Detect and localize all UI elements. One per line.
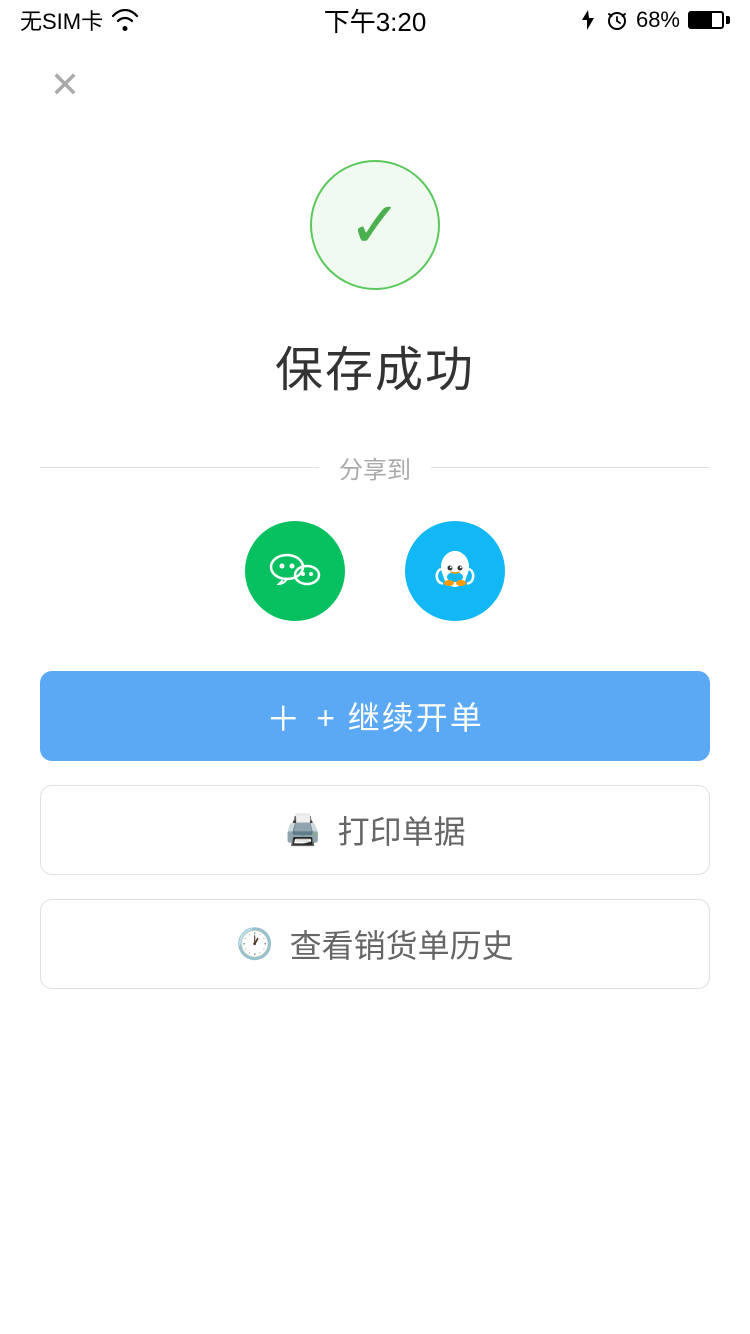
status-right: 68% — [578, 7, 730, 33]
wechat-icon — [265, 541, 325, 601]
divider-line-right — [431, 467, 710, 468]
qq-icon — [425, 541, 485, 601]
action-buttons: ＋ + 继续开单 🖨️ 打印单据 🕐 查看销货单历史 — [40, 671, 710, 989]
share-icons — [40, 521, 710, 621]
share-section: 分享到 — [40, 450, 710, 621]
status-bar: 无SIM卡 下午3:20 68% — [0, 0, 750, 40]
share-label: 分享到 — [319, 450, 431, 485]
success-title: 保存成功 — [275, 330, 475, 400]
close-button[interactable]: ✕ — [40, 60, 90, 110]
share-divider: 分享到 — [40, 450, 710, 485]
wechat-share-button[interactable] — [245, 521, 345, 621]
status-left: 无SIM卡 — [20, 4, 139, 36]
battery-icon — [688, 11, 730, 29]
close-icon: ✕ — [50, 67, 80, 103]
history-icon: 🕐 — [236, 927, 273, 962]
sim-status: 无SIM卡 — [20, 4, 103, 36]
alarm-icon — [606, 9, 628, 31]
wifi-icon — [111, 9, 139, 31]
status-time: 下午3:20 — [324, 2, 427, 39]
main-content: ✕ ✓ 保存成功 分享到 — [0, 40, 750, 1334]
history-label: 查看销货单历史 — [290, 921, 514, 967]
success-icon-container: ✓ — [310, 160, 440, 290]
success-circle: ✓ — [310, 160, 440, 290]
checkmark-icon: ✓ — [348, 193, 402, 257]
history-button[interactable]: 🕐 查看销货单历史 — [40, 899, 710, 989]
print-button[interactable]: 🖨️ 打印单据 — [40, 785, 710, 875]
continue-label: + 继续开单 — [316, 693, 484, 739]
location-icon — [578, 9, 598, 31]
continue-icon: ＋ — [266, 692, 300, 741]
battery-percent: 68% — [636, 7, 680, 33]
print-label: 打印单据 — [338, 807, 466, 853]
divider-line-left — [40, 467, 319, 468]
qq-share-button[interactable] — [405, 521, 505, 621]
print-icon: 🖨️ — [284, 813, 321, 848]
continue-order-button[interactable]: ＋ + 继续开单 — [40, 671, 710, 761]
